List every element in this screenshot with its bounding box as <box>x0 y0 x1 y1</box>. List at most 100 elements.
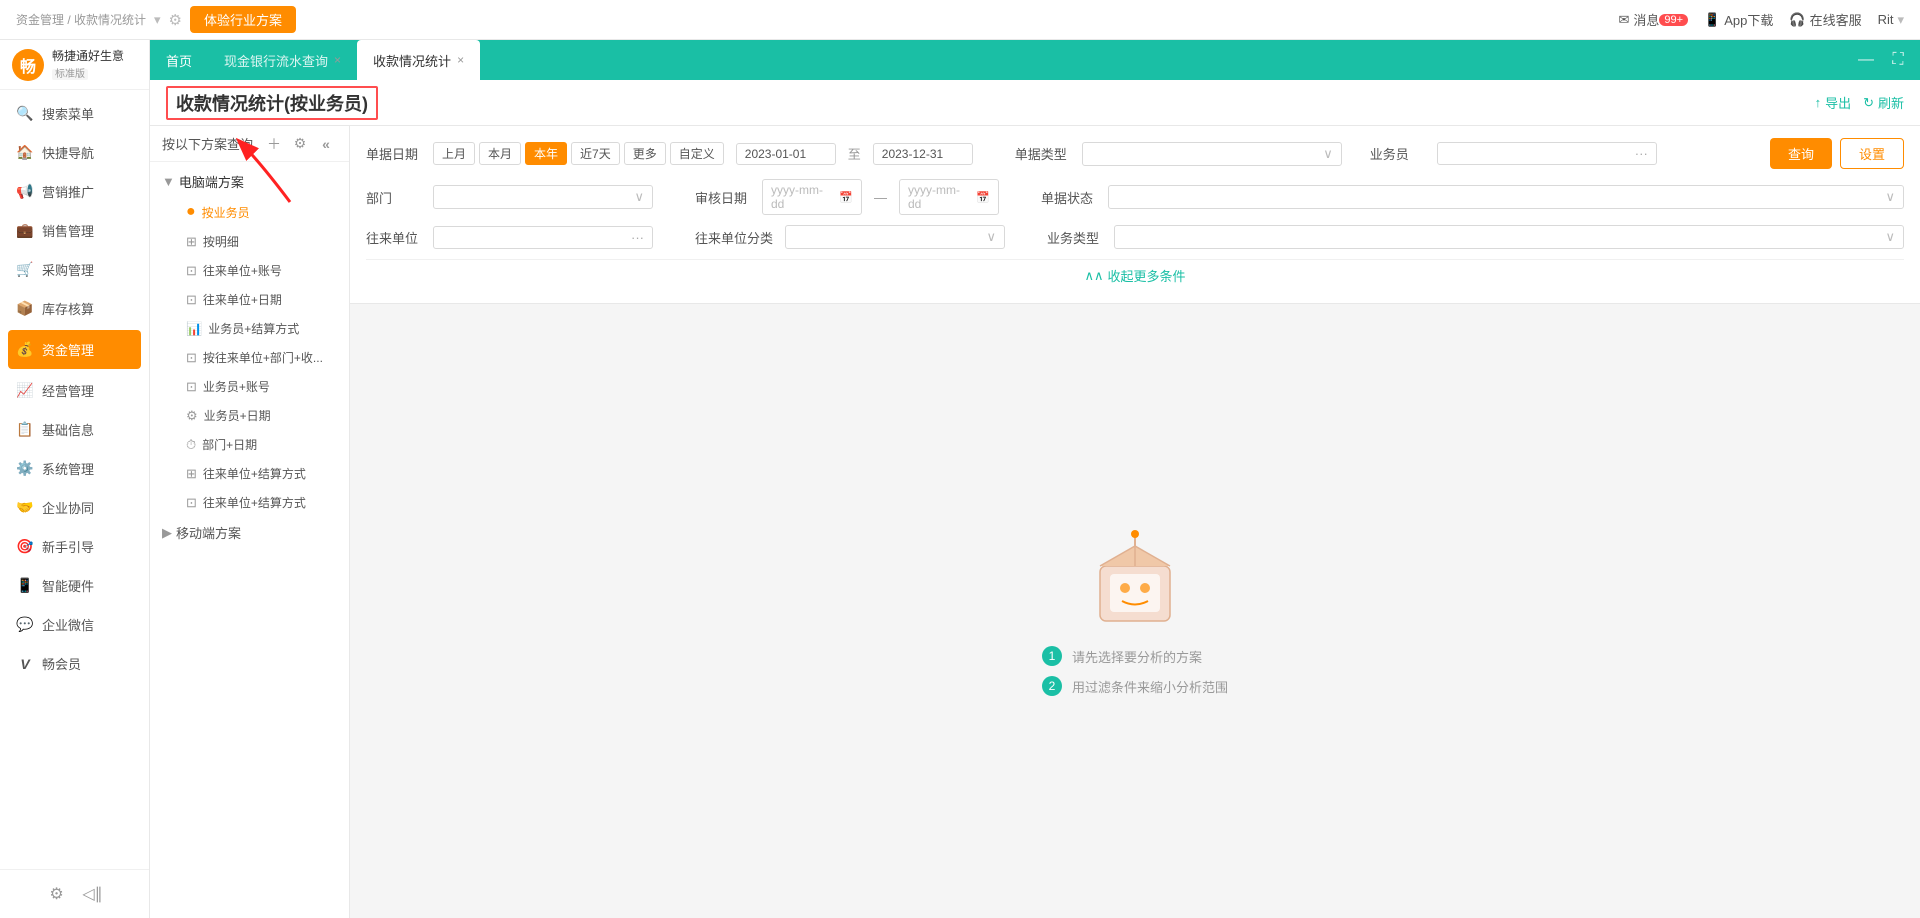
sidebar-item-sales[interactable]: 💼 销售管理 <box>0 211 149 250</box>
messages-badge: 99+ <box>1659 14 1688 26</box>
sidebar-item-guide[interactable]: 🎯 新手引导 <box>0 527 149 566</box>
date-btn-this-year[interactable]: 本年 <box>525 142 567 165</box>
sidebar-item-marketing[interactable]: 📢 营销推广 <box>0 172 149 211</box>
scheme-sales-settle-icon: 📊 <box>186 321 202 337</box>
voucher-type-arrow: ∨ <box>1323 146 1333 162</box>
sidebar-item-inventory[interactable]: 📦 库存核算 <box>0 289 149 328</box>
date-from-input[interactable] <box>736 143 836 165</box>
refresh-button[interactable]: ↻ 刷新 <box>1863 93 1904 112</box>
scheme-partner-date[interactable]: ⊡ 往来单位+日期 <box>158 285 349 314</box>
voucher-type-select[interactable]: ∨ <box>1082 142 1342 166</box>
scheme-partner-account[interactable]: ⊡ 往来单位+账号 <box>158 256 349 285</box>
wechat-icon: 💬 <box>16 616 34 634</box>
filter-area: 单据日期 上月 本月 本年 近7天 更多 自定义 至 单据类型 <box>350 126 1920 304</box>
top-bar-left: 资金管理 / 收款情况统计 ▾ ⚙ 体验行业方案 <box>16 6 1618 33</box>
scheme-detail-label: 按明细 <box>203 233 239 250</box>
tab-maximize-btn[interactable]: ⛶ <box>1884 46 1912 74</box>
tab-bank[interactable]: 现金银行流水查询 × <box>208 40 357 80</box>
partner-category-select[interactable]: ∨ <box>785 225 1005 249</box>
collapse-panel-button[interactable]: « <box>315 133 337 155</box>
scheme-dept-date-icon: ⏱ <box>186 437 196 453</box>
main-layout: 畅 畅捷通好生意 标准版 🔍 搜索菜单 🏠 快捷导航 📢 营销推广 💼 <box>0 40 1920 918</box>
sidebar-item-wechat[interactable]: 💬 企业微信 <box>0 605 149 644</box>
sidebar-item-member[interactable]: V 畅会员 <box>0 644 149 683</box>
audit-date-from-input[interactable]: yyyy-mm-dd 📅 <box>762 179 862 215</box>
sidebar-bottom: ⚙ ◁∥ <box>0 869 149 918</box>
mobile-schemes-group: ▶ 移动端方案 <box>150 517 349 548</box>
export-label: 导出 <box>1825 93 1851 112</box>
user-name-group[interactable]: Rit ▾ <box>1878 12 1904 28</box>
sidebar-item-purchase[interactable]: 🛒 采购管理 <box>0 250 149 289</box>
settings-icon[interactable]: ⚙ <box>169 11 182 29</box>
messages-group[interactable]: ✉ 消息 99+ <box>1618 10 1688 29</box>
query-button[interactable]: 查询 <box>1770 138 1832 169</box>
add-scheme-button[interactable]: ＋ <box>263 133 285 155</box>
scheme-sales-account[interactable]: ⊡ 业务员+账号 <box>158 372 349 401</box>
sidebar-item-system[interactable]: ⚙️ 系统管理 <box>0 449 149 488</box>
scheme-detail[interactable]: ⊞ 按明细 <box>158 227 349 256</box>
collapse-up-icon: ∧∧ <box>1084 268 1103 284</box>
left-panel-header: 按以下方案查询 ＋ ⚙ « <box>150 126 349 162</box>
dropdown-icon[interactable]: ▾ <box>154 12 161 28</box>
audit-calendar-from-icon[interactable]: 📅 <box>839 191 853 204</box>
scheme-dept-date[interactable]: ⏱ 部门+日期 <box>158 430 349 459</box>
empty-step-2: 2 用过滤条件来缩小分析范围 <box>1042 676 1228 696</box>
user-dropdown-icon: ▾ <box>1897 12 1904 28</box>
scheme-partner-settle1[interactable]: ⊞ 往来单位+结算方式 <box>158 459 349 488</box>
sidebar-settings-btn[interactable]: ⚙ <box>41 878 73 910</box>
empty-step-1: 1 请先选择要分析的方案 <box>1042 646 1228 666</box>
partner-more-btn[interactable]: ··· <box>631 230 644 245</box>
sidebar-label-member: 畅会员 <box>42 654 81 673</box>
date-btn-last-month[interactable]: 上月 <box>433 142 475 165</box>
tree-expand-icon: ▼ <box>162 174 175 189</box>
biz-type-select[interactable]: ∨ <box>1114 225 1904 249</box>
date-btn-custom[interactable]: 自定义 <box>670 142 724 165</box>
date-btn-this-month[interactable]: 本月 <box>479 142 521 165</box>
scheme-sales-date[interactable]: ⚙ 业务员+日期 <box>158 401 349 430</box>
scheme-partner-dept-collect[interactable]: ⊡ 按往来单位+部门+收... <box>158 343 349 372</box>
date-btn-more[interactable]: 更多 <box>624 142 666 165</box>
setting-button[interactable]: 设置 <box>1840 138 1904 169</box>
sidebar-collapse-btn[interactable]: ◁∥ <box>77 878 109 910</box>
sidebar-item-hardware[interactable]: 📱 智能硬件 <box>0 566 149 605</box>
filter-row-2: 部门 ∨ 审核日期 yyyy-mm-dd 📅 — yyyy-mm-dd <box>366 179 1904 215</box>
date-btn-7days[interactable]: 近7天 <box>571 142 620 165</box>
collapse-filter-button[interactable]: ∧∧ 收起更多条件 <box>366 259 1904 291</box>
dept-select[interactable]: ∨ <box>433 185 653 209</box>
scheme-partner-settle2-label: 往来单位+结算方式 <box>203 494 306 511</box>
desktop-schemes-header[interactable]: ▼ 电脑端方案 <box>150 166 349 197</box>
audit-calendar-to-icon[interactable]: 📅 <box>976 191 990 204</box>
scheme-sales-settle[interactable]: 📊 业务员+结算方式 <box>158 314 349 343</box>
filter-actions: 查询 设置 <box>1770 138 1904 169</box>
partner-category-arrow: ∨ <box>987 229 997 245</box>
voucher-status-select[interactable]: ∨ <box>1108 185 1904 209</box>
collapse-filter-label: 收起更多条件 <box>1108 266 1186 285</box>
scheme-partner-settle2[interactable]: ⊡ 往来单位+结算方式 <box>158 488 349 517</box>
date-to-input[interactable] <box>873 143 973 165</box>
tab-home[interactable]: 首页 <box>150 40 208 80</box>
sidebar-item-enterprise[interactable]: 🤝 企业协同 <box>0 488 149 527</box>
export-button[interactable]: ↑ 导出 <box>1815 93 1852 112</box>
audit-date-to-input[interactable]: yyyy-mm-dd 📅 <box>899 179 999 215</box>
tab-bank-close[interactable]: × <box>334 53 341 67</box>
logo-area: 畅 畅捷通好生意 标准版 <box>0 40 149 90</box>
trial-button[interactable]: 体验行业方案 <box>190 6 296 33</box>
sidebar-item-basic[interactable]: 📋 基础信息 <box>0 410 149 449</box>
member-icon: V <box>16 655 34 673</box>
tab-receipt-close[interactable]: × <box>457 53 464 67</box>
salesperson-select[interactable]: ··· <box>1437 142 1657 165</box>
sidebar-item-nav[interactable]: 🏠 快捷导航 <box>0 133 149 172</box>
refresh-label: 刷新 <box>1878 93 1904 112</box>
scheme-settings-button[interactable]: ⚙ <box>289 133 311 155</box>
scheme-salesperson[interactable]: ● 按业务员 <box>158 197 349 227</box>
sidebar-item-finance[interactable]: 💰 资金管理 <box>8 330 141 369</box>
app-download-group[interactable]: 📱 App下载 <box>1704 10 1773 29</box>
partner-select[interactable]: ··· <box>433 226 653 249</box>
online-service-group[interactable]: 🎧 在线客服 <box>1789 10 1861 29</box>
tab-minimize-btn[interactable]: — <box>1852 46 1880 74</box>
sidebar-item-operations[interactable]: 📈 经营管理 <box>0 371 149 410</box>
mobile-schemes-header[interactable]: ▶ 移动端方案 <box>150 517 349 548</box>
tab-receipt[interactable]: 收款情况统计 × <box>357 40 480 80</box>
salesperson-more-btn[interactable]: ··· <box>1635 146 1648 161</box>
sidebar-item-search[interactable]: 🔍 搜索菜单 <box>0 94 149 133</box>
